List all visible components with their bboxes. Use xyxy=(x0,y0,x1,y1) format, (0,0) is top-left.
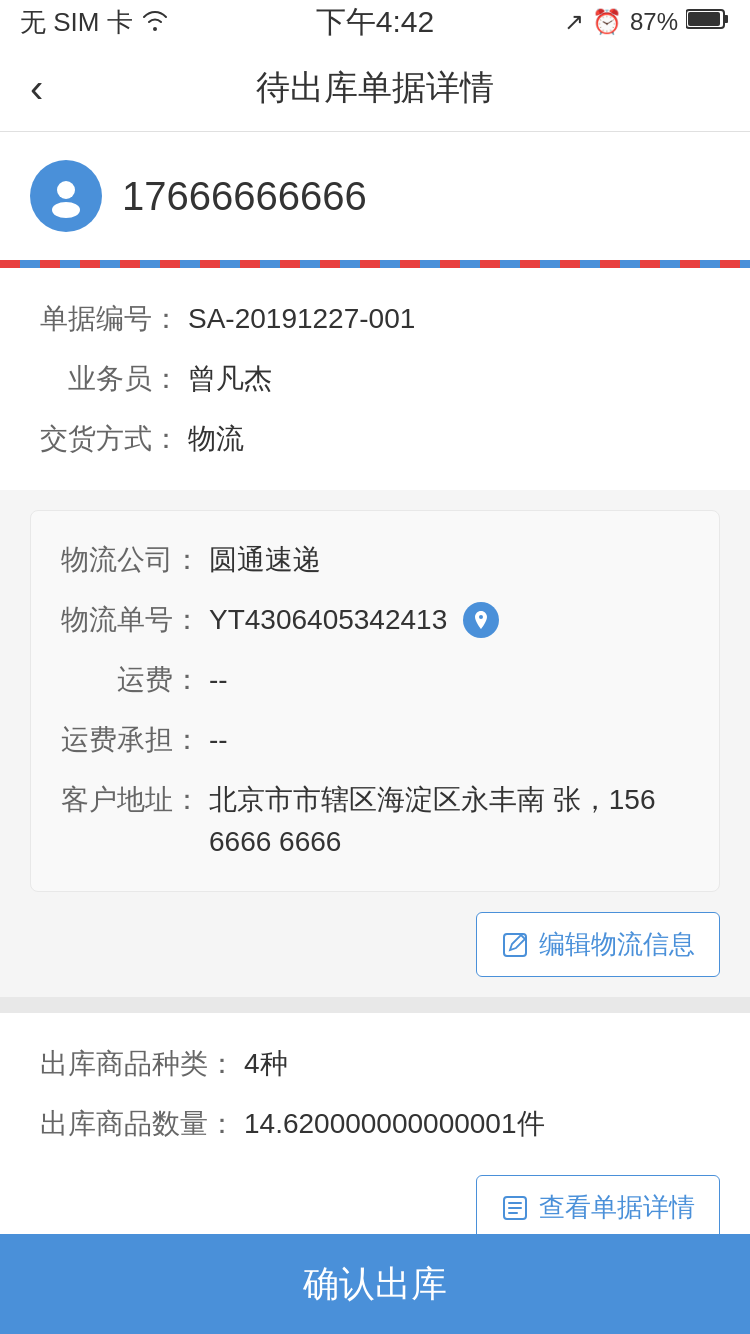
battery-label: 87% xyxy=(630,8,678,36)
document-number-label: 单据编号： xyxy=(40,298,180,340)
product-types-value: 4种 xyxy=(244,1043,710,1085)
logistics-company-row: 物流公司： 圆通速递 xyxy=(61,539,689,581)
page-title: 待出库单据详情 xyxy=(256,65,494,111)
avatar xyxy=(30,160,102,232)
status-time: 下午4:42 xyxy=(316,2,434,43)
edit-logistics-icon xyxy=(501,931,529,959)
product-quantity-label: 出库商品数量： xyxy=(40,1103,236,1145)
logistics-company-label: 物流公司： xyxy=(61,539,201,581)
tracking-number-label: 物流单号： xyxy=(61,599,201,641)
tracking-number-row: 物流单号： YT4306405342413 xyxy=(61,599,689,641)
view-details-label: 查看单据详情 xyxy=(539,1190,695,1225)
back-button[interactable]: ‹ xyxy=(30,68,43,108)
svg-point-3 xyxy=(57,181,75,199)
product-types-label: 出库商品种类： xyxy=(40,1043,236,1085)
tracking-number-text: YT4306405342413 xyxy=(209,599,447,641)
status-bar: 无 SIM 卡 下午4:42 ↗ ⏰ 87% xyxy=(0,0,750,44)
address-row: 客户地址： 北京市市辖区海淀区永丰南 张，156 6666 6666 xyxy=(61,779,689,863)
svg-rect-2 xyxy=(688,12,720,26)
sales-person-value: 曾凡杰 xyxy=(188,358,710,400)
status-left: 无 SIM 卡 xyxy=(20,5,169,40)
status-right: ↗ ⏰ 87% xyxy=(564,8,730,36)
content: 17666666666 单据编号： SA-20191227-001 业务员： 曾… xyxy=(0,132,750,1334)
logistics-card: 物流公司： 圆通速递 物流单号： YT4306405342413 运费： -- xyxy=(30,510,720,892)
edit-logistics-label: 编辑物流信息 xyxy=(539,927,695,962)
document-number-row: 单据编号： SA-20191227-001 xyxy=(40,298,710,340)
freight-bearer-label: 运费承担： xyxy=(61,719,201,761)
product-quantity-value: 14.620000000000001件 xyxy=(244,1103,710,1145)
location-status-icon: ↗ xyxy=(564,8,584,36)
sales-person-row: 业务员： 曾凡杰 xyxy=(40,358,710,400)
svg-rect-1 xyxy=(724,15,728,23)
freight-label: 运费： xyxy=(61,659,201,701)
delivery-method-label: 交货方式： xyxy=(40,418,180,460)
tracking-number-value: YT4306405342413 xyxy=(209,599,689,641)
freight-row: 运费： -- xyxy=(61,659,689,701)
confirm-button-label: 确认出库 xyxy=(303,1260,447,1309)
battery-icon xyxy=(686,8,730,36)
freight-bearer-value: -- xyxy=(209,719,689,761)
address-label: 客户地址： xyxy=(61,779,201,821)
document-number-value: SA-20191227-001 xyxy=(188,298,710,340)
wifi-icon xyxy=(141,7,169,38)
product-types-row: 出库商品种类： 4种 xyxy=(40,1043,710,1085)
order-info-section: 单据编号： SA-20191227-001 业务员： 曾凡杰 交货方式： 物流 xyxy=(0,268,750,490)
product-quantity-row: 出库商品数量： 14.620000000000001件 xyxy=(40,1103,710,1145)
products-section: 出库商品种类： 4种 出库商品数量： 14.620000000000001件 xyxy=(0,1013,750,1175)
nav-bar: ‹ 待出库单据详情 xyxy=(0,44,750,132)
alarm-icon: ⏰ xyxy=(592,8,622,36)
svg-point-4 xyxy=(52,202,80,218)
edit-logistics-button[interactable]: 编辑物流信息 xyxy=(476,912,720,977)
dashed-divider xyxy=(0,260,750,268)
confirm-outbound-button[interactable]: 确认出库 xyxy=(0,1234,750,1334)
freight-bearer-row: 运费承担： -- xyxy=(61,719,689,761)
address-value: 北京市市辖区海淀区永丰南 张，156 6666 6666 xyxy=(209,779,689,863)
edit-logistics-section: 编辑物流信息 xyxy=(0,912,750,997)
freight-value: -- xyxy=(209,659,689,701)
customer-phone: 17666666666 xyxy=(122,174,367,219)
customer-header: 17666666666 xyxy=(0,132,750,260)
logistics-company-value: 圆通速递 xyxy=(209,539,689,581)
document-list-icon xyxy=(501,1194,529,1222)
carrier-label: 无 SIM 卡 xyxy=(20,5,133,40)
delivery-method-value: 物流 xyxy=(188,418,710,460)
track-location-button[interactable] xyxy=(463,602,499,638)
view-details-button[interactable]: 查看单据详情 xyxy=(476,1175,720,1240)
sales-person-label: 业务员： xyxy=(40,358,180,400)
delivery-method-row: 交货方式： 物流 xyxy=(40,418,710,460)
section-divider xyxy=(0,997,750,1013)
